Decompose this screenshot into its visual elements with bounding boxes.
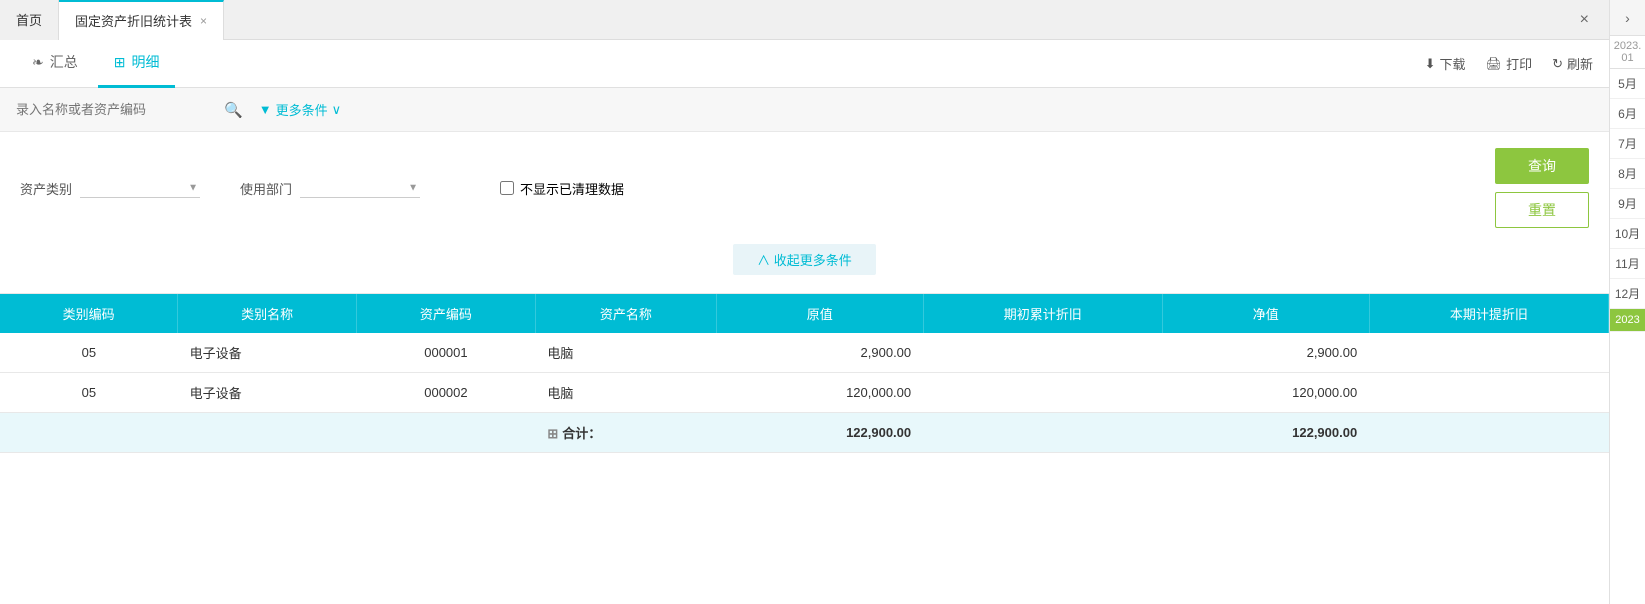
cell-category-code: 05 bbox=[0, 333, 178, 373]
tab-bar: 首页 固定资产折旧统计表 × × bbox=[0, 0, 1609, 40]
department-select-wrapper: ▼ bbox=[300, 178, 420, 198]
summary-icon: ❧ bbox=[32, 54, 44, 71]
tab-home-label: 首页 bbox=[16, 10, 42, 29]
date-display: 2023.01 bbox=[1610, 36, 1645, 69]
total-label: ⊞合计： bbox=[535, 413, 716, 453]
table-row: 05 电子设备 000002 电脑 120,000.00 120,000.00 bbox=[0, 373, 1609, 413]
tab-depreciation-label: 固定资产折旧统计表 bbox=[75, 11, 192, 30]
refresh-label: 刷新 bbox=[1567, 54, 1593, 73]
cell-asset-name: 电脑 bbox=[535, 373, 716, 413]
total-current-dep bbox=[1369, 413, 1608, 453]
cell-category-name: 电子设备 bbox=[178, 333, 357, 373]
cell-asset-name: 电脑 bbox=[535, 333, 716, 373]
cell-current-dep bbox=[1369, 333, 1608, 373]
more-conditions-label: 更多条件 bbox=[276, 100, 328, 119]
toolbar: ❧ 汇总 ⊞ 明细 ⬇ 下载 🖨 打印 ↻ 刷新 bbox=[0, 40, 1609, 88]
download-button[interactable]: ⬇ 下载 bbox=[1425, 54, 1466, 73]
detail-icon: ⊞ bbox=[114, 54, 126, 71]
collapse-up-icon: ∧ bbox=[757, 253, 774, 268]
cell-accum-dep bbox=[923, 373, 1162, 413]
col-category-name: 类别名称 bbox=[178, 294, 357, 333]
collapse-button[interactable]: ∧ 收起更多条件 bbox=[733, 244, 876, 275]
col-asset-code: 资产编码 bbox=[357, 294, 536, 333]
collapse-label: 收起更多条件 bbox=[774, 253, 852, 268]
window-close-button[interactable]: × bbox=[1580, 11, 1609, 29]
filter-icon: ▼ bbox=[259, 102, 272, 117]
table-row: 05 电子设备 000001 电脑 2,900.00 2,900.00 bbox=[0, 333, 1609, 373]
col-accum-depreciation: 期初累计折旧 bbox=[923, 294, 1162, 333]
print-icon: 🖨 bbox=[1486, 56, 1503, 72]
month-9[interactable]: 9月 bbox=[1610, 189, 1645, 219]
no-cleared-group: 不显示已清理数据 bbox=[500, 179, 624, 198]
asset-category-label: 资产类别 bbox=[20, 179, 72, 198]
asset-category-select-wrapper: ▼ bbox=[80, 178, 200, 198]
tab-summary[interactable]: ❧ 汇总 bbox=[16, 40, 94, 88]
table-area: 类别编码 类别名称 资产编码 资产名称 原值 期初累计折旧 净值 本期计提折旧 … bbox=[0, 294, 1609, 604]
tab-summary-label: 汇总 bbox=[50, 52, 78, 72]
download-label: 下载 bbox=[1440, 54, 1466, 73]
month-7[interactable]: 7月 bbox=[1610, 129, 1645, 159]
filter-row: 资产类别 ▼ 使用部门 ▼ 不显示已清理数 bbox=[20, 148, 1589, 228]
total-row: ⊞合计： 122,900.00 122,900.00 bbox=[0, 413, 1609, 453]
reset-button[interactable]: 重置 bbox=[1495, 192, 1589, 228]
data-table: 类别编码 类别名称 资产编码 资产名称 原值 期初累计折旧 净值 本期计提折旧 … bbox=[0, 294, 1609, 453]
btn-group: 查询 重置 bbox=[1495, 148, 1589, 228]
chevron-down-icon: ∨ bbox=[332, 102, 342, 118]
refresh-button[interactable]: ↻ 刷新 bbox=[1552, 54, 1593, 73]
year-2023[interactable]: 2023 bbox=[1610, 309, 1645, 332]
col-net-value: 净值 bbox=[1162, 294, 1369, 333]
total-net-value: 122,900.00 bbox=[1162, 413, 1369, 453]
month-11[interactable]: 11月 bbox=[1610, 249, 1645, 279]
sidebar-toggle-button[interactable]: › bbox=[1610, 0, 1645, 36]
department-select[interactable] bbox=[300, 178, 420, 198]
total-original-value: 122,900.00 bbox=[716, 413, 923, 453]
month-6[interactable]: 6月 bbox=[1610, 99, 1645, 129]
asset-category-select[interactable] bbox=[80, 178, 200, 198]
asset-category-group: 资产类别 ▼ bbox=[20, 178, 200, 198]
search-input[interactable] bbox=[16, 102, 216, 117]
cell-asset-code: 000001 bbox=[357, 333, 536, 373]
cell-asset-code: 000002 bbox=[357, 373, 536, 413]
cell-current-dep bbox=[1369, 373, 1608, 413]
month-8[interactable]: 8月 bbox=[1610, 159, 1645, 189]
cell-net-value: 2,900.00 bbox=[1162, 333, 1369, 373]
cell-net-value: 120,000.00 bbox=[1162, 373, 1369, 413]
search-icon[interactable]: 🔍 bbox=[224, 101, 243, 119]
col-original-value: 原值 bbox=[716, 294, 923, 333]
department-label: 使用部门 bbox=[240, 179, 292, 198]
print-label: 打印 bbox=[1506, 54, 1532, 73]
filter-area: 资产类别 ▼ 使用部门 ▼ 不显示已清理数 bbox=[0, 132, 1609, 294]
tab-detail-label: 明细 bbox=[131, 52, 159, 72]
col-asset-name: 资产名称 bbox=[535, 294, 716, 333]
tab-depreciation[interactable]: 固定资产折旧统计表 × bbox=[59, 0, 224, 40]
tab-detail[interactable]: ⊞ 明细 bbox=[98, 40, 176, 88]
more-conditions-button[interactable]: ▼ 更多条件 ∨ bbox=[259, 100, 341, 119]
month-12[interactable]: 12月 bbox=[1610, 279, 1645, 309]
cell-category-name: 电子设备 bbox=[178, 373, 357, 413]
total-label-cell bbox=[0, 413, 535, 453]
month-5[interactable]: 5月 bbox=[1610, 69, 1645, 99]
no-cleared-label: 不显示已清理数据 bbox=[520, 179, 624, 198]
toolbar-actions: ⬇ 下载 🖨 打印 ↻ 刷新 bbox=[1425, 54, 1593, 73]
tab-close-icon[interactable]: × bbox=[200, 14, 207, 28]
cell-accum-dep bbox=[923, 333, 1162, 373]
col-current-depreciation: 本期计提折旧 bbox=[1369, 294, 1608, 333]
table-header-row: 类别编码 类别名称 资产编码 资产名称 原值 期初累计折旧 净值 本期计提折旧 bbox=[0, 294, 1609, 333]
print-button[interactable]: 🖨 打印 bbox=[1486, 54, 1533, 73]
tab-home[interactable]: 首页 bbox=[0, 0, 59, 40]
cell-original-value: 2,900.00 bbox=[716, 333, 923, 373]
query-button[interactable]: 查询 bbox=[1495, 148, 1589, 184]
cell-original-value: 120,000.00 bbox=[716, 373, 923, 413]
refresh-icon: ↻ bbox=[1552, 56, 1563, 72]
right-sidebar: › 2023.01 5月 6月 7月 8月 9月 10月 11月 12月 202… bbox=[1609, 0, 1645, 604]
cell-category-code: 05 bbox=[0, 373, 178, 413]
department-group: 使用部门 ▼ bbox=[240, 178, 420, 198]
collapse-row: ∧ 收起更多条件 bbox=[20, 240, 1589, 285]
col-category-code: 类别编码 bbox=[0, 294, 178, 333]
search-bar: 🔍 ▼ 更多条件 ∨ bbox=[0, 88, 1609, 132]
no-cleared-checkbox[interactable] bbox=[500, 181, 514, 195]
download-icon: ⬇ bbox=[1425, 56, 1436, 72]
month-10[interactable]: 10月 bbox=[1610, 219, 1645, 249]
total-accum-dep bbox=[923, 413, 1162, 453]
